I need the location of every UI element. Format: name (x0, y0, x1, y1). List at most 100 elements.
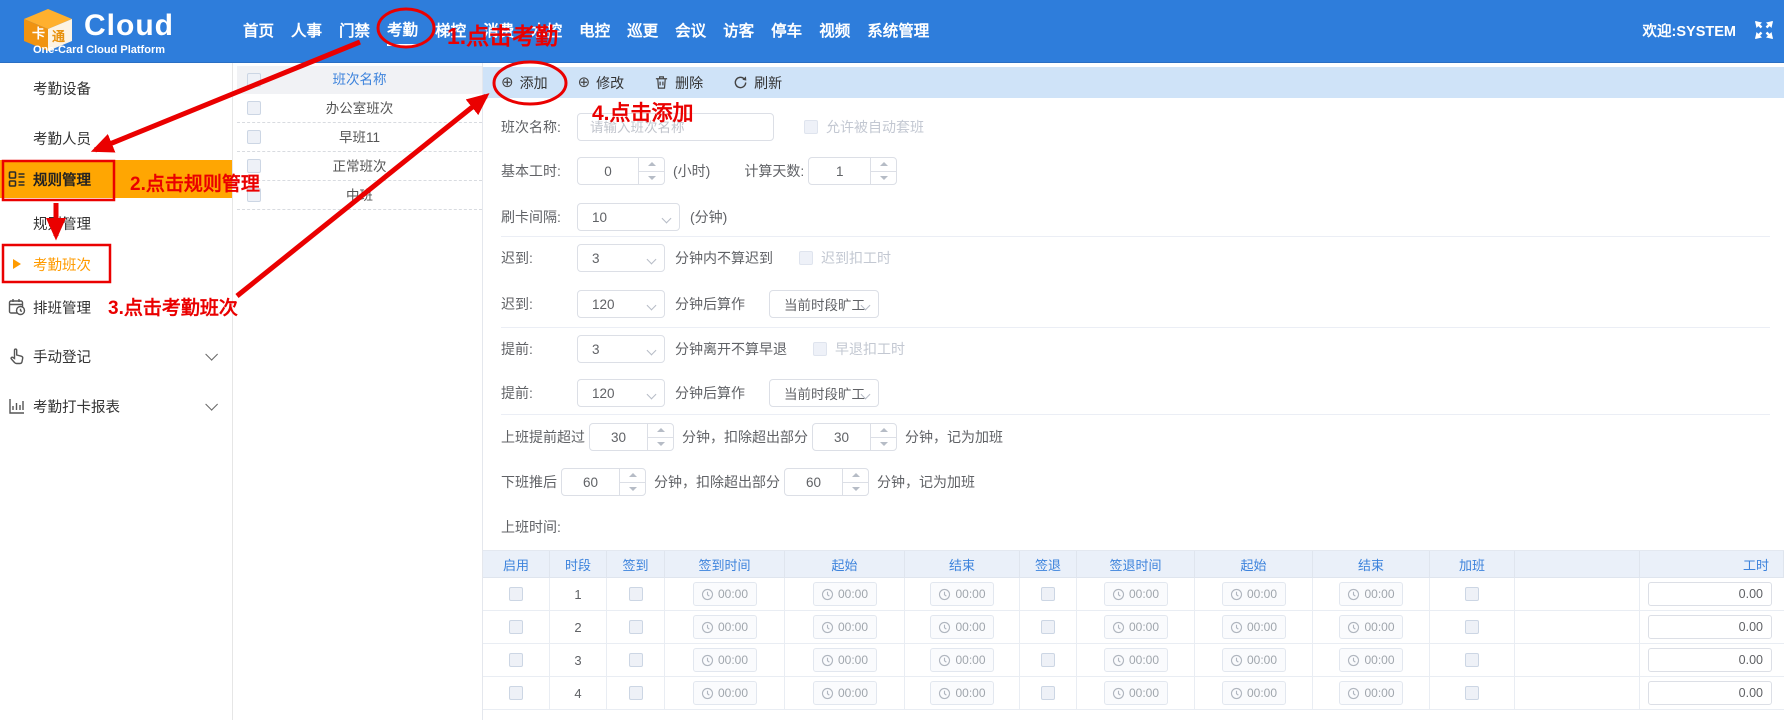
spinner-up-icon[interactable] (639, 158, 664, 171)
ot-before-input2[interactable]: 30 (812, 423, 897, 451)
start-time-input[interactable]: 00:00 (813, 648, 877, 672)
calc-days-input[interactable]: 1 (808, 157, 897, 185)
late-absent-type-select[interactable]: 当前时段旷工 (769, 290, 879, 318)
sidebar-item-punch-report[interactable]: 考勤打卡报表 (0, 389, 232, 423)
start-time-input[interactable]: 00:00 (813, 615, 877, 639)
number-spinner[interactable] (870, 424, 896, 450)
spinner-up-icon[interactable] (620, 469, 645, 482)
nav-item-water[interactable]: 水控 (531, 15, 562, 45)
end-time-input[interactable]: 00:00 (1339, 681, 1403, 705)
nav-item-parking[interactable]: 停车 (771, 15, 802, 45)
end-time-input[interactable]: 00:00 (930, 648, 994, 672)
checkin-time-input[interactable]: 00:00 (693, 582, 757, 606)
sidebar-item-rule-management-sub[interactable]: 规则管理 (0, 206, 232, 240)
add-button[interactable]: ⊕ 添加 (501, 73, 548, 93)
nav-item-meeting[interactable]: 会议 (675, 15, 706, 45)
ot-before-input[interactable]: 30 (589, 423, 674, 451)
checkin-time-input[interactable]: 00:00 (693, 615, 757, 639)
early-absent-select[interactable]: 120 (577, 379, 665, 407)
late-deduct-checkbox[interactable] (799, 251, 813, 265)
spinner-down-icon[interactable] (620, 482, 645, 496)
checkout-time-input[interactable]: 00:00 (1104, 615, 1168, 639)
late-grace-select[interactable]: 3 (577, 244, 665, 272)
list-item[interactable]: 中班 (237, 181, 482, 210)
start-time-input[interactable]: 00:00 (1222, 648, 1286, 672)
spinner-down-icon[interactable] (648, 437, 673, 451)
spinner-down-icon[interactable] (843, 482, 868, 496)
number-spinner[interactable] (638, 158, 664, 184)
spinner-down-icon[interactable] (871, 171, 896, 185)
enable-checkbox[interactable] (509, 653, 523, 667)
sidebar-item-manual-register[interactable]: 手动登记 (0, 339, 232, 373)
list-item[interactable]: 办公室班次 (237, 94, 482, 123)
checkout-checkbox[interactable] (1041, 686, 1055, 700)
checkin-checkbox[interactable] (629, 587, 643, 601)
early-absent-type-select[interactable]: 当前时段旷工 (769, 379, 879, 407)
checkin-time-input[interactable]: 00:00 (693, 648, 757, 672)
checkout-time-input[interactable]: 00:00 (1104, 648, 1168, 672)
base-hours-input[interactable]: 0 (577, 157, 665, 185)
overtime-checkbox[interactable] (1465, 587, 1479, 601)
number-spinner[interactable] (842, 469, 868, 495)
nav-item-access[interactable]: 门禁 (339, 15, 370, 45)
nav-item-visitor[interactable]: 访客 (723, 15, 754, 45)
end-time-input[interactable]: 00:00 (1339, 615, 1403, 639)
nav-item-elevator[interactable]: 梯控 (435, 15, 466, 45)
end-time-input[interactable]: 00:00 (930, 615, 994, 639)
checkin-checkbox[interactable] (629, 653, 643, 667)
chevron-down-icon[interactable] (205, 398, 218, 411)
checkout-checkbox[interactable] (1041, 620, 1055, 634)
nav-item-system[interactable]: 系统管理 (867, 15, 929, 45)
ot-after-input2[interactable]: 60 (784, 468, 869, 496)
sidebar-item-rule-management[interactable]: 规则管理 (0, 160, 232, 198)
end-time-input[interactable]: 00:00 (930, 582, 994, 606)
sidebar-item-attendance-shift[interactable]: 考勤班次 (0, 247, 232, 281)
enable-checkbox[interactable] (509, 587, 523, 601)
shift-name-input[interactable] (577, 113, 774, 141)
checkout-time-input[interactable]: 00:00 (1104, 681, 1168, 705)
nav-item-electric[interactable]: 电控 (579, 15, 610, 45)
sidebar-item-scheduling[interactable]: 排班管理 (0, 290, 232, 324)
sidebar-item-attendance-people[interactable]: 考勤人员 (0, 121, 232, 155)
checkin-time-input[interactable]: 00:00 (693, 681, 757, 705)
enable-checkbox[interactable] (509, 620, 523, 634)
number-spinner[interactable] (870, 158, 896, 184)
edit-button[interactable]: ⊕ 修改 (578, 73, 625, 93)
ot-after-input[interactable]: 60 (561, 468, 646, 496)
overtime-checkbox[interactable] (1465, 620, 1479, 634)
end-time-input[interactable]: 00:00 (930, 681, 994, 705)
auto-assign-checkbox[interactable] (804, 120, 818, 134)
chevron-down-icon[interactable] (205, 348, 218, 361)
sidebar-item-attendance-devices[interactable]: 考勤设备 (0, 71, 232, 105)
checkout-time-input[interactable]: 00:00 (1104, 582, 1168, 606)
spinner-up-icon[interactable] (648, 424, 673, 437)
start-time-input[interactable]: 00:00 (813, 582, 877, 606)
early-grace-select[interactable]: 3 (577, 335, 665, 363)
early-deduct-checkbox[interactable] (813, 342, 827, 356)
spinner-down-icon[interactable] (871, 437, 896, 451)
spinner-up-icon[interactable] (843, 469, 868, 482)
end-time-input[interactable]: 00:00 (1339, 648, 1403, 672)
delete-button[interactable]: 删除 (654, 73, 703, 93)
list-item[interactable]: 早班11 (237, 123, 482, 152)
checkout-checkbox[interactable] (1041, 587, 1055, 601)
nav-item-attendance[interactable]: 考勤 (387, 14, 418, 46)
checkout-checkbox[interactable] (1041, 653, 1055, 667)
start-time-input[interactable]: 00:00 (1222, 615, 1286, 639)
start-time-input[interactable]: 00:00 (813, 681, 877, 705)
nav-item-home[interactable]: 首页 (243, 15, 274, 45)
nav-item-hr[interactable]: 人事 (291, 15, 322, 45)
overtime-checkbox[interactable] (1465, 653, 1479, 667)
number-spinner[interactable] (619, 469, 645, 495)
list-item[interactable]: 正常班次 (237, 152, 482, 181)
spinner-down-icon[interactable] (639, 171, 664, 185)
checkin-checkbox[interactable] (629, 620, 643, 634)
end-time-input[interactable]: 00:00 (1339, 582, 1403, 606)
nav-item-patrol[interactable]: 巡更 (627, 15, 658, 45)
refresh-button[interactable]: 刷新 (733, 73, 782, 93)
enable-checkbox[interactable] (509, 686, 523, 700)
nav-item-consume[interactable]: 消费 (483, 15, 514, 45)
late-absent-select[interactable]: 120 (577, 290, 665, 318)
swipe-interval-select[interactable]: 10 (577, 203, 680, 231)
start-time-input[interactable]: 00:00 (1222, 582, 1286, 606)
